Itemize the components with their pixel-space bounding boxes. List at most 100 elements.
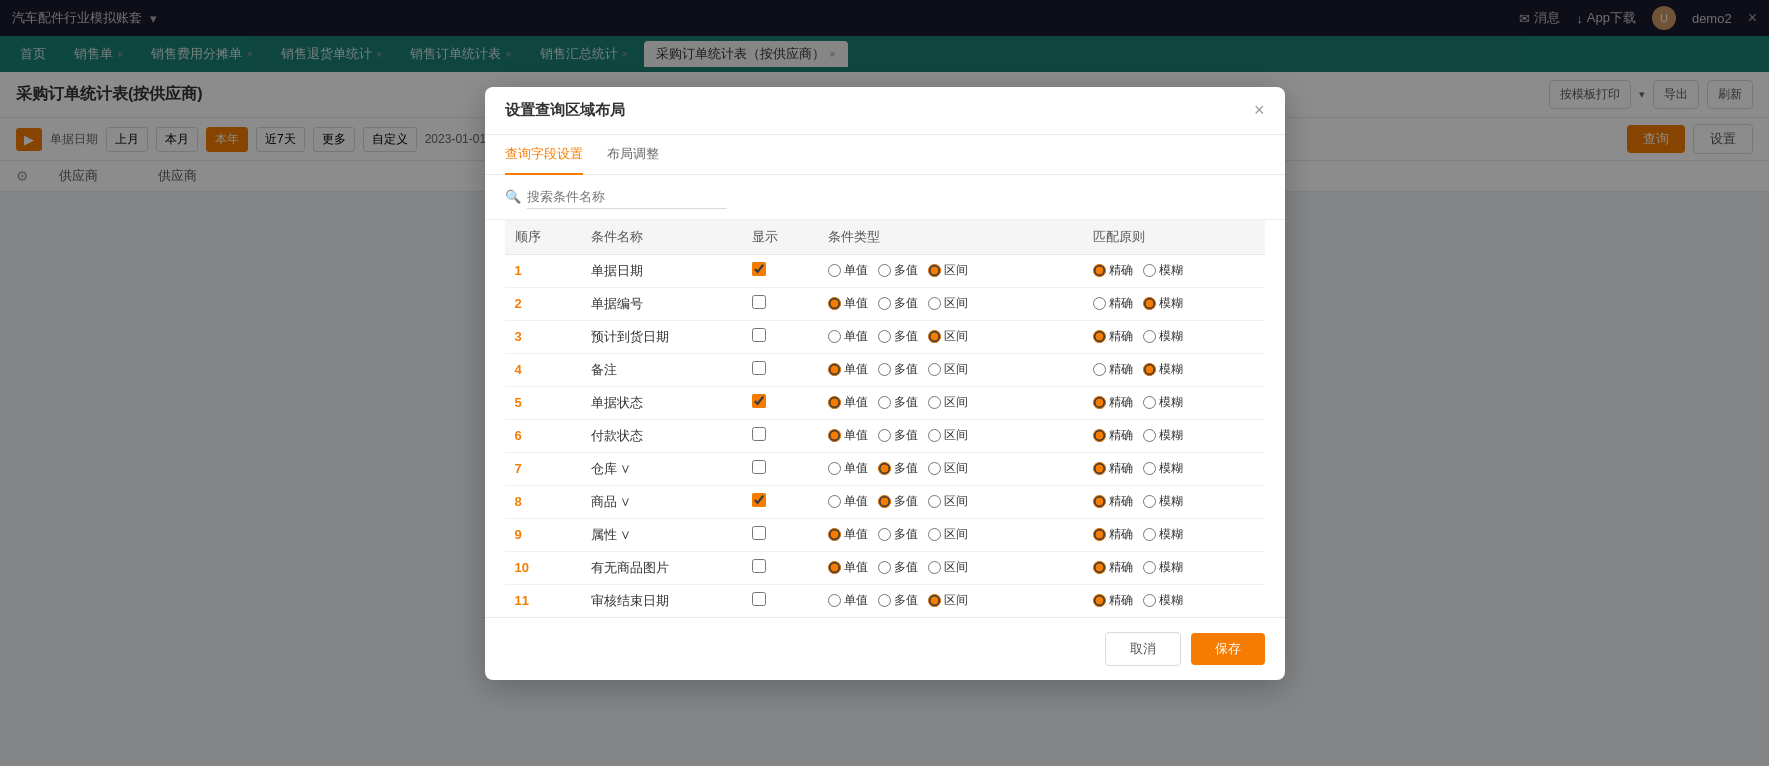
- type-option-区间-4[interactable]: 区间: [928, 361, 968, 378]
- type-radio-区间-6[interactable]: [928, 429, 941, 442]
- match-option-模糊-7[interactable]: 模糊: [1143, 460, 1183, 477]
- match-option-精确-7[interactable]: 精确: [1093, 460, 1133, 477]
- type-radio-单值-10[interactable]: [828, 561, 841, 574]
- type-option-单值-4[interactable]: 单值: [828, 361, 868, 378]
- type-option-区间-2[interactable]: 区间: [928, 295, 968, 312]
- display-checkbox-3[interactable]: [752, 328, 766, 342]
- type-option-多值-5[interactable]: 多值: [878, 394, 918, 411]
- type-option-多值-11[interactable]: 多值: [878, 592, 918, 609]
- type-radio-单值-2[interactable]: [828, 297, 841, 310]
- match-option-模糊-8[interactable]: 模糊: [1143, 493, 1183, 510]
- display-checkbox-11[interactable]: [752, 592, 766, 606]
- match-radio-精确-5[interactable]: [1093, 396, 1106, 409]
- type-radio-单值-1[interactable]: [828, 264, 841, 277]
- type-option-单值-2[interactable]: 单值: [828, 295, 868, 312]
- type-option-区间-3[interactable]: 区间: [928, 328, 968, 345]
- display-checkbox-7[interactable]: [752, 460, 766, 474]
- display-checkbox-8[interactable]: [752, 493, 766, 507]
- match-option-精确-3[interactable]: 精确: [1093, 328, 1133, 345]
- display-checkbox-2[interactable]: [752, 295, 766, 309]
- type-radio-多值-7[interactable]: [878, 462, 891, 475]
- match-option-模糊-4[interactable]: 模糊: [1143, 361, 1183, 378]
- modal-tab-query-fields[interactable]: 查询字段设置: [505, 135, 583, 175]
- type-radio-多值-11[interactable]: [878, 594, 891, 607]
- type-radio-多值-6[interactable]: [878, 429, 891, 442]
- display-checkbox-4[interactable]: [752, 361, 766, 375]
- type-option-多值-8[interactable]: 多值: [878, 493, 918, 510]
- type-option-区间-11[interactable]: 区间: [928, 592, 968, 609]
- type-option-区间-5[interactable]: 区间: [928, 394, 968, 411]
- display-checkbox-9[interactable]: [752, 526, 766, 540]
- display-checkbox-1[interactable]: [752, 262, 766, 276]
- modal-close-btn[interactable]: ×: [1254, 101, 1265, 119]
- match-radio-模糊-7[interactable]: [1143, 462, 1156, 475]
- type-option-单值-7[interactable]: 单值: [828, 460, 868, 477]
- match-option-精确-11[interactable]: 精确: [1093, 592, 1133, 609]
- match-option-精确-8[interactable]: 精确: [1093, 493, 1133, 510]
- match-option-精确-4[interactable]: 精确: [1093, 361, 1133, 378]
- match-option-模糊-11[interactable]: 模糊: [1143, 592, 1183, 609]
- type-option-区间-6[interactable]: 区间: [928, 427, 968, 444]
- match-radio-精确-7[interactable]: [1093, 462, 1106, 475]
- type-option-单值-3[interactable]: 单值: [828, 328, 868, 345]
- type-option-单值-1[interactable]: 单值: [828, 262, 868, 279]
- type-option-区间-8[interactable]: 区间: [928, 493, 968, 510]
- modal-tab-layout[interactable]: 布局调整: [607, 135, 659, 175]
- match-radio-模糊-2[interactable]: [1143, 297, 1156, 310]
- type-radio-多值-4[interactable]: [878, 363, 891, 376]
- match-option-模糊-1[interactable]: 模糊: [1143, 262, 1183, 279]
- type-radio-多值-1[interactable]: [878, 264, 891, 277]
- type-option-单值-6[interactable]: 单值: [828, 427, 868, 444]
- type-option-区间-7[interactable]: 区间: [928, 460, 968, 477]
- type-option-区间-9[interactable]: 区间: [928, 526, 968, 543]
- type-option-多值-9[interactable]: 多值: [878, 526, 918, 543]
- match-radio-精确-4[interactable]: [1093, 363, 1106, 376]
- type-radio-多值-2[interactable]: [878, 297, 891, 310]
- type-radio-区间-2[interactable]: [928, 297, 941, 310]
- type-option-多值-7[interactable]: 多值: [878, 460, 918, 477]
- type-radio-区间-10[interactable]: [928, 561, 941, 574]
- save-button[interactable]: 保存: [1191, 633, 1265, 665]
- type-option-多值-4[interactable]: 多值: [878, 361, 918, 378]
- match-radio-模糊-11[interactable]: [1143, 594, 1156, 607]
- match-radio-模糊-1[interactable]: [1143, 264, 1156, 277]
- match-option-精确-5[interactable]: 精确: [1093, 394, 1133, 411]
- match-option-模糊-10[interactable]: 模糊: [1143, 559, 1183, 576]
- type-option-多值-10[interactable]: 多值: [878, 559, 918, 576]
- match-option-模糊-2[interactable]: 模糊: [1143, 295, 1183, 312]
- type-radio-多值-8[interactable]: [878, 495, 891, 508]
- type-radio-多值-9[interactable]: [878, 528, 891, 541]
- type-radio-多值-5[interactable]: [878, 396, 891, 409]
- match-option-模糊-5[interactable]: 模糊: [1143, 394, 1183, 411]
- type-radio-区间-7[interactable]: [928, 462, 941, 475]
- match-radio-精确-11[interactable]: [1093, 594, 1106, 607]
- match-radio-模糊-3[interactable]: [1143, 330, 1156, 343]
- type-option-多值-6[interactable]: 多值: [878, 427, 918, 444]
- match-radio-模糊-10[interactable]: [1143, 561, 1156, 574]
- type-option-单值-5[interactable]: 单值: [828, 394, 868, 411]
- match-radio-精确-6[interactable]: [1093, 429, 1106, 442]
- type-radio-单值-11[interactable]: [828, 594, 841, 607]
- match-radio-模糊-5[interactable]: [1143, 396, 1156, 409]
- type-option-单值-11[interactable]: 单值: [828, 592, 868, 609]
- type-radio-单值-6[interactable]: [828, 429, 841, 442]
- type-option-单值-8[interactable]: 单值: [828, 493, 868, 510]
- type-radio-区间-4[interactable]: [928, 363, 941, 376]
- type-option-多值-3[interactable]: 多值: [878, 328, 918, 345]
- cancel-button[interactable]: 取消: [1105, 632, 1181, 666]
- match-option-精确-2[interactable]: 精确: [1093, 295, 1133, 312]
- type-radio-区间-1[interactable]: [928, 264, 941, 277]
- type-radio-单值-7[interactable]: [828, 462, 841, 475]
- search-input[interactable]: [527, 185, 727, 209]
- type-option-区间-1[interactable]: 区间: [928, 262, 968, 279]
- match-radio-精确-9[interactable]: [1093, 528, 1106, 541]
- type-option-多值-1[interactable]: 多值: [878, 262, 918, 279]
- type-option-单值-9[interactable]: 单值: [828, 526, 868, 543]
- type-radio-单值-8[interactable]: [828, 495, 841, 508]
- match-option-模糊-9[interactable]: 模糊: [1143, 526, 1183, 543]
- type-option-区间-10[interactable]: 区间: [928, 559, 968, 576]
- type-radio-单值-5[interactable]: [828, 396, 841, 409]
- type-radio-区间-9[interactable]: [928, 528, 941, 541]
- type-radio-单值-3[interactable]: [828, 330, 841, 343]
- match-option-精确-10[interactable]: 精确: [1093, 559, 1133, 576]
